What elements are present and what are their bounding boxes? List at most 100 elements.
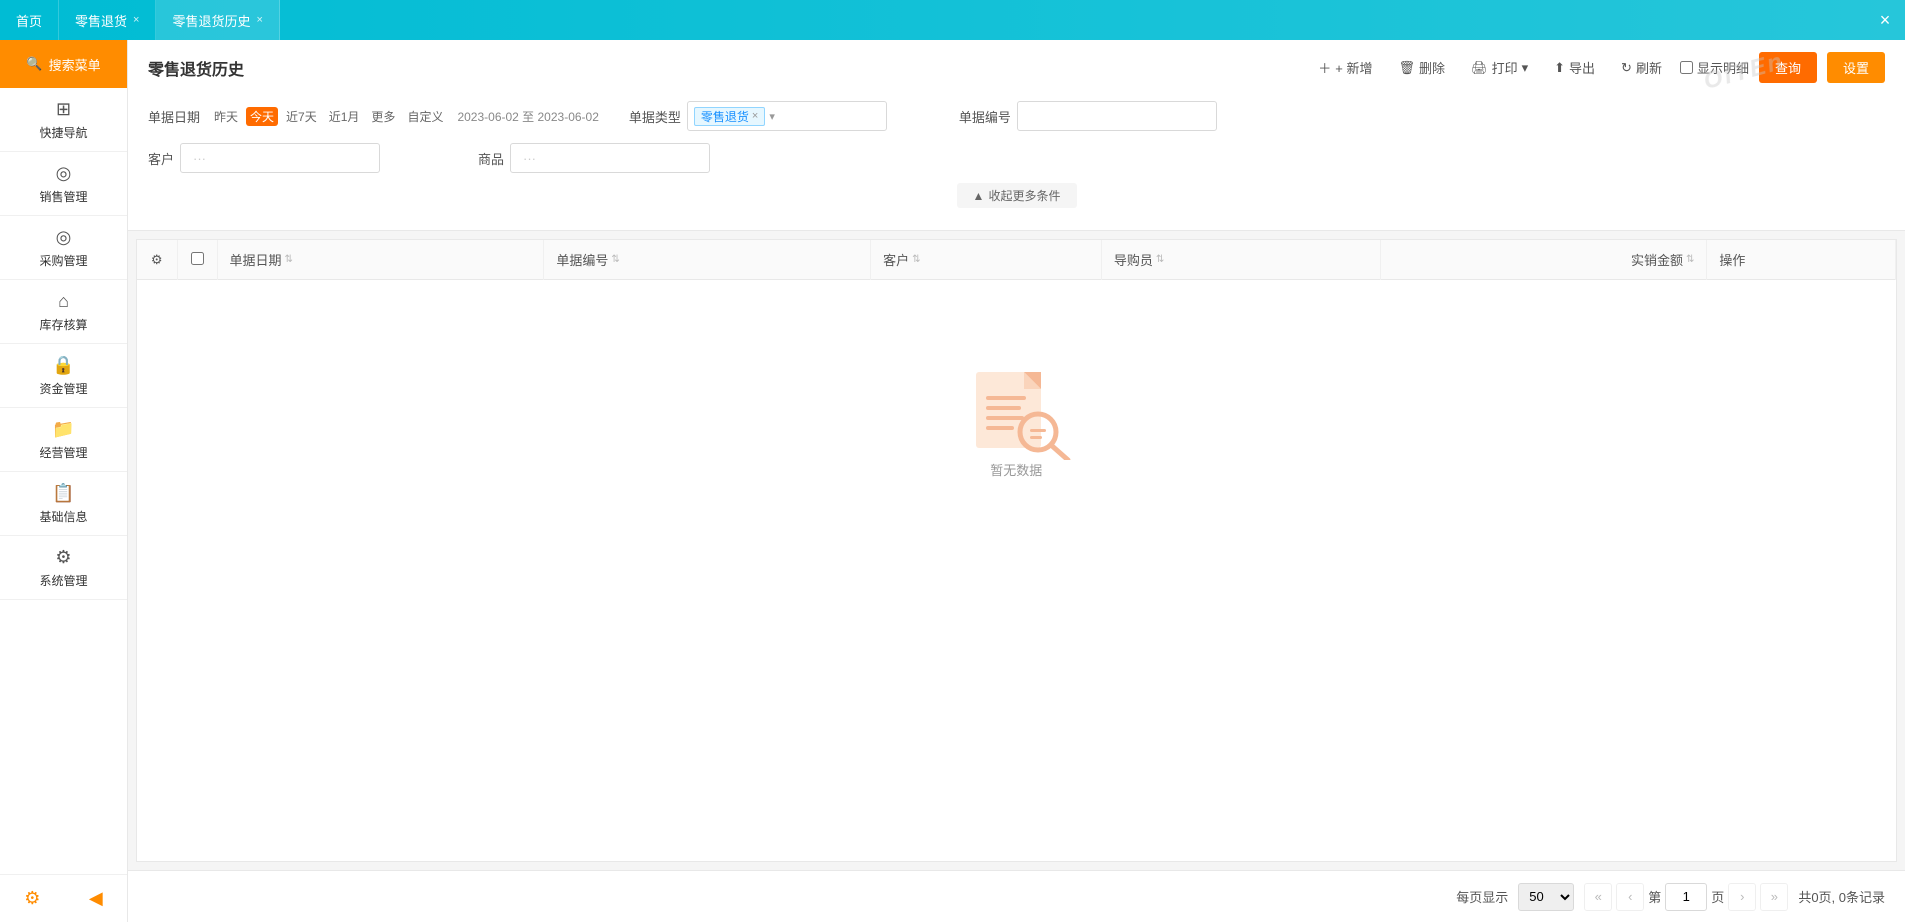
page-number-input[interactable] [1665,883,1707,911]
first-page-button[interactable]: « [1584,883,1612,911]
date-shortcuts: 昨天 今天 近7天 近1月 更多 自定义 [210,107,447,126]
sidebar-item-inventory[interactable]: ⌂ 库存核算 [0,280,127,344]
sort-guide-icon[interactable]: ⇅ [1156,254,1164,265]
sidebar-item-sys-mgmt[interactable]: ⚙ 系统管理 [0,536,127,600]
inventory-icon: ⌂ [58,291,69,312]
per-page-select[interactable]: 50 10 20 100 [1518,883,1574,911]
refresh-button[interactable]: ↻ 刷新 [1613,54,1670,81]
voucher-type-dropdown-arrow: ▾ [769,110,775,123]
delete-button[interactable]: 🗑 删除 [1391,54,1454,81]
tab-home[interactable]: 首页 [0,0,59,40]
sales-icon: ◎ [56,163,72,184]
per-page-label: 每页显示 [1456,887,1508,906]
empty-text: 暂无数据 [990,460,1042,479]
page-label: 第 [1648,887,1661,906]
tab-retail-return-history-close[interactable]: × [256,14,262,26]
voucher-no-input[interactable] [1017,101,1217,131]
voucher-type-filter-item: 单据类型 零售退货 × ▾ [629,101,929,131]
sidebar-search-button[interactable]: 🔍 搜索菜单 [0,40,127,88]
table-col-guide[interactable]: 导购员 ⇅ [1101,240,1380,280]
empty-state-row: 暂无数据 [137,280,1896,560]
sidebar-item-basic-info[interactable]: 📋 基础信息 [0,472,127,536]
table-col-actions: 操作 [1707,240,1896,280]
voucher-type-label: 单据类型 [629,107,681,126]
table-col-number[interactable]: 单据编号 ⇅ [544,240,871,280]
table-col-date[interactable]: 单据日期 ⇅ [217,240,544,280]
empty-state-cell: 暂无数据 [137,280,1896,560]
data-table: ⚙ 单据日期 ⇅ 单据编号 [137,240,1896,559]
date-shortcut-7days[interactable]: 近7天 [282,107,321,126]
pagination-bar: 每页显示 50 10 20 100 « ‹ 第 页 › » 共0页, 0条记录 [128,870,1905,922]
goods-filter-item: 商品 ··· [478,143,778,173]
show-detail-toggle[interactable]: 显示明细 [1680,58,1749,77]
date-shortcut-custom[interactable]: 自定义 [403,107,447,126]
tab-retail-return-close[interactable]: × [133,14,139,26]
show-detail-checkbox[interactable] [1680,61,1693,74]
date-shortcut-yesterday[interactable]: 昨天 [210,107,242,126]
add-button[interactable]: ＋ + 新增 [1310,54,1380,81]
table-col-settings[interactable]: ⚙ [137,240,177,280]
sort-date-icon[interactable]: ⇅ [285,254,293,265]
toolbar-actions: ＋ + 新增 🗑 删除 🖨 打印 ▾ ⬆ 导出 [1310,52,1885,83]
prev-page-button[interactable]: ‹ [1616,883,1644,911]
purchase-icon: ◎ [56,227,72,248]
refresh-icon: ↻ [1621,60,1632,76]
customer-label: 客户 [148,149,174,168]
collapse-filter-button[interactable]: ▲ 收起更多条件 [957,183,1077,208]
date-shortcut-today[interactable]: 今天 [246,107,278,126]
print-button[interactable]: 🖨 打印 ▾ [1463,54,1536,81]
next-page-button[interactable]: › [1728,883,1756,911]
content-area: 零售退货历史 ＋ + 新增 🗑 删除 🖨 打印 ▾ [128,40,1905,922]
sidebar-item-quick-nav[interactable]: ⊞ 快捷导航 [0,88,127,152]
voucher-type-tag-close[interactable]: × [752,110,758,122]
basic-info-icon: 📋 [52,483,74,504]
sort-customer-icon[interactable]: ⇅ [912,254,920,265]
delete-icon: 🗑 [1399,60,1416,76]
select-all-checkbox[interactable] [191,252,204,265]
voucher-type-tag: 零售退货 × [694,107,765,126]
sidebar-item-operations[interactable]: 📁 经营管理 [0,408,127,472]
main-layout: 🔍 搜索菜单 ⊞ 快捷导航 ◎ 销售管理 ◎ 采购管理 ⌂ 库存核算 🔒 资金 [0,40,1905,922]
operations-icon: 📁 [52,419,74,440]
sidebar-item-sales-mgmt[interactable]: ◎ 销售管理 [0,152,127,216]
query-button[interactable]: 查询 [1759,52,1817,83]
print-icon: 🖨 [1471,60,1488,76]
sidebar-bottom: ⚙ ◀ [0,874,127,922]
table-col-customer[interactable]: 客户 ⇅ [871,240,1102,280]
tab-retail-return[interactable]: 零售退货 × [59,0,156,40]
table-col-amount[interactable]: 实销金额 ⇅ [1380,240,1707,280]
pagination-summary: 共0页, 0条记录 [1798,887,1885,906]
column-settings-icon[interactable]: ⚙ [151,252,163,267]
export-button[interactable]: ⬆ 导出 [1546,54,1603,81]
date-shortcut-more[interactable]: 更多 [367,107,399,126]
sort-number-icon[interactable]: ⇅ [611,254,619,265]
date-shortcut-1month[interactable]: 近1月 [325,107,364,126]
sidebar-items: ⊞ 快捷导航 ◎ 销售管理 ◎ 采购管理 ⌂ 库存核算 🔒 资金管理 📁 经营管 [0,88,127,874]
sidebar-item-purchase-mgmt[interactable]: ◎ 采购管理 [0,216,127,280]
date-filter-item: 单据日期 昨天 今天 近7天 近1月 更多 自定义 2023-06-02 至 2… [148,107,599,126]
sys-mgmt-icon: ⚙ [55,547,71,568]
empty-state: 暂无数据 [137,280,1896,559]
tab-list: 首页 零售退货 × 零售退货历史 × [0,0,1865,40]
date-label: 单据日期 [148,107,200,126]
export-icon: ⬆ [1554,60,1565,76]
customer-input[interactable]: ··· [180,143,380,173]
search-icon: 🔍 [26,56,42,72]
goods-input[interactable]: ··· [510,143,710,173]
table-body: 暂无数据 [137,280,1896,560]
settings-button[interactable]: 设置 [1827,52,1885,83]
sidebar-item-finance[interactable]: 🔒 资金管理 [0,344,127,408]
window-close-button[interactable]: × [1865,0,1905,40]
voucher-type-input[interactable]: 零售退货 × ▾ [687,101,887,131]
table-col-checkbox[interactable] [177,240,217,280]
filter-row-1: 单据日期 昨天 今天 近7天 近1月 更多 自定义 2023-06-02 至 2… [148,95,1885,137]
last-page-button[interactable]: » [1760,883,1788,911]
settings-bottom-icon[interactable]: ⚙ [24,888,40,909]
voucher-no-filter-item: 单据编号 [959,101,1259,131]
page-unit: 页 [1711,887,1724,906]
tab-retail-return-history[interactable]: 零售退货历史 × [156,0,279,40]
collapse-sidebar-icon[interactable]: ◀ [89,888,103,909]
page-title: 零售退货历史 [148,56,244,80]
sort-amount-icon[interactable]: ⇅ [1686,254,1694,265]
goods-label: 商品 [478,149,504,168]
